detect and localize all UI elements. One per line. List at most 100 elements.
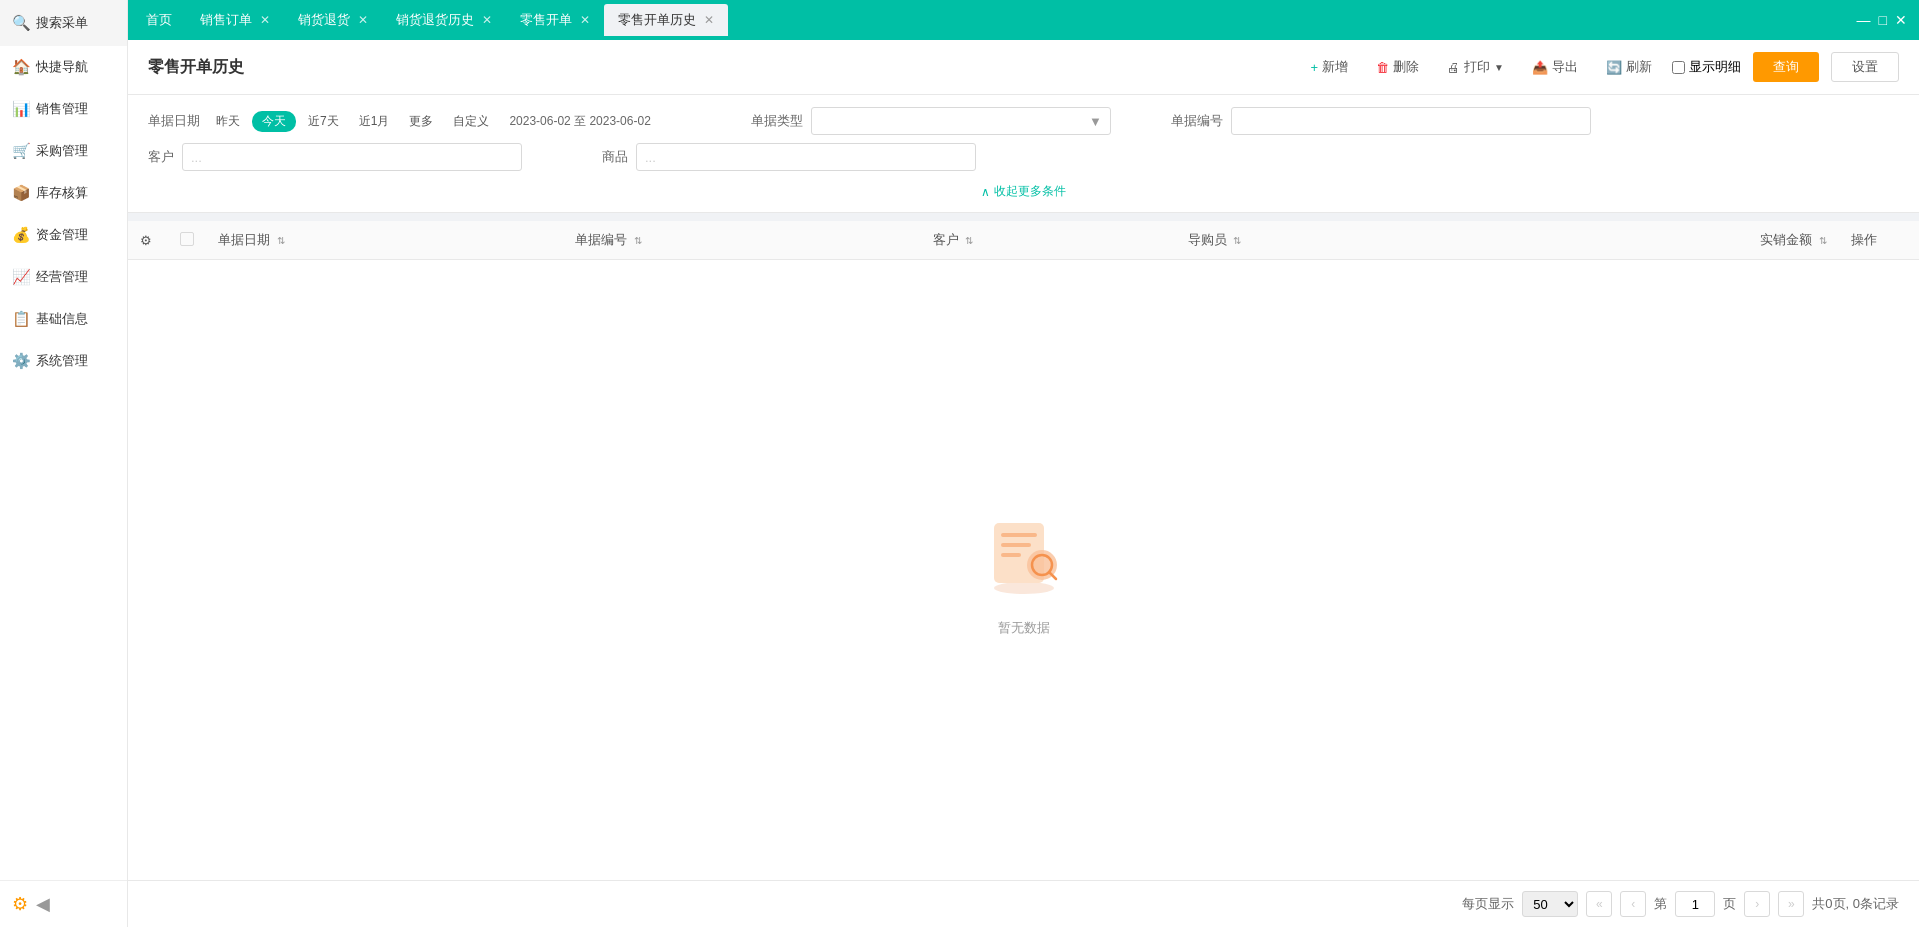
- bill-type-select[interactable]: ▼: [811, 107, 1111, 135]
- col-date-sort[interactable]: ⇅: [277, 235, 285, 246]
- filter-area: 单据日期 昨天 今天 近7天 近1月 更多 自定义 2023-06-02 至 2…: [128, 95, 1919, 213]
- add-button[interactable]: + 新增: [1303, 54, 1357, 80]
- window-controls: — □ ✕: [1857, 12, 1915, 28]
- bill-no-label: 单据编号: [1171, 112, 1223, 130]
- sidebar-item-base-info[interactable]: 📋 基础信息: [0, 298, 127, 340]
- sidebar-item-label: 销售管理: [36, 100, 88, 118]
- tab-sales-return[interactable]: 销货退货 ✕: [284, 4, 382, 36]
- settings-button[interactable]: 设置: [1831, 52, 1899, 82]
- display-detail-checkbox[interactable]: [1672, 61, 1685, 74]
- finance-icon: 💰: [12, 226, 30, 244]
- delete-button[interactable]: 🗑 删除: [1368, 54, 1427, 80]
- collapse-sidebar-button[interactable]: ◀: [36, 893, 50, 915]
- tab-home[interactable]: 首页: [132, 4, 186, 36]
- date-opt-more[interactable]: 更多: [401, 111, 441, 132]
- export-icon: 📤: [1532, 60, 1548, 75]
- filter-bill-type: 单据类型 ▼: [751, 107, 1111, 135]
- tab-sales-return-history-label: 销货退货历史: [396, 11, 474, 29]
- tab-sales-order-close[interactable]: ✕: [260, 13, 270, 27]
- per-page-select[interactable]: 50 10 20 100: [1522, 891, 1578, 917]
- pagination: 每页显示 50 10 20 100 « ‹ 第 页 › » 共0页, 0条记录: [128, 880, 1919, 927]
- date-range-value: 2023-06-02 至 2023-06-02: [509, 113, 650, 130]
- date-opt-last7[interactable]: 近7天: [300, 111, 347, 132]
- sidebar: 🔍 搜索采单 🏠 快捷导航 📊 销售管理 🛒 采购管理 📦 库存核算 💰 资金管…: [0, 0, 128, 927]
- export-button[interactable]: 📤 导出: [1524, 54, 1586, 80]
- table-area: ⚙ 单据日期 ⇅ 单据编号 ⇅: [128, 221, 1919, 880]
- query-button[interactable]: 查询: [1753, 52, 1819, 82]
- tab-sales-return-history-close[interactable]: ✕: [482, 13, 492, 27]
- bill-no-text-input[interactable]: [1240, 114, 1582, 129]
- filter-goods: 商品 ...: [602, 143, 976, 171]
- next-page-button[interactable]: ›: [1744, 891, 1770, 917]
- tab-retail-open[interactable]: 零售开单 ✕: [506, 4, 604, 36]
- tab-retail-open-history-close[interactable]: ✕: [704, 13, 714, 27]
- tab-retail-open-close[interactable]: ✕: [580, 13, 590, 27]
- sidebar-item-inventory[interactable]: 📦 库存核算: [0, 172, 127, 214]
- sidebar-bottom: ⚙ ◀: [0, 880, 127, 927]
- prev-page-button[interactable]: ‹: [1620, 891, 1646, 917]
- sidebar-item-purchase-mgmt[interactable]: 🛒 采购管理: [0, 130, 127, 172]
- tab-sales-return-close[interactable]: ✕: [358, 13, 368, 27]
- tab-retail-open-history[interactable]: 零售开单历史 ✕: [604, 4, 728, 36]
- refresh-button[interactable]: 🔄 刷新: [1598, 54, 1660, 80]
- table-header-row: ⚙ 单据日期 ⇅ 单据编号 ⇅: [128, 221, 1919, 260]
- sidebar-item-label: 采购管理: [36, 142, 88, 160]
- tabs-bar: 首页 销售订单 ✕ 销货退货 ✕ 销货退货历史 ✕ 零售开单 ✕ 零售开单历史 …: [128, 0, 1919, 40]
- sidebar-item-quick-nav[interactable]: 🏠 快捷导航: [0, 46, 127, 88]
- col-customer-sort[interactable]: ⇅: [965, 235, 973, 246]
- close-button[interactable]: ✕: [1895, 12, 1907, 28]
- goods-dots: ...: [645, 150, 656, 165]
- display-detail-toggle[interactable]: 显示明细: [1672, 58, 1741, 76]
- date-opt-today[interactable]: 今天: [252, 111, 296, 132]
- refresh-label: 刷新: [1626, 58, 1652, 76]
- goods-input[interactable]: ...: [636, 143, 976, 171]
- last-page-button[interactable]: »: [1778, 891, 1804, 917]
- minimize-button[interactable]: —: [1857, 12, 1871, 28]
- svg-rect-2: [1001, 533, 1037, 537]
- goods-label: 商品: [602, 148, 628, 166]
- inventory-icon: 📦: [12, 184, 30, 202]
- data-table: ⚙ 单据日期 ⇅ 单据编号 ⇅: [128, 221, 1919, 260]
- bill-type-arrow: ▼: [1089, 114, 1102, 129]
- collapse-filter-button[interactable]: ∧ 收起更多条件: [148, 179, 1899, 204]
- date-opt-last1m[interactable]: 近1月: [351, 111, 398, 132]
- customer-input[interactable]: ...: [182, 143, 522, 171]
- filter-bill-no: 单据编号: [1171, 107, 1591, 135]
- page-header: 零售开单历史 + 新增 🗑 删除 🖨 打印 ▼ 📤 导出: [128, 40, 1919, 95]
- page-title: 零售开单历史: [148, 57, 244, 78]
- col-guide-sort[interactable]: ⇅: [1233, 235, 1241, 246]
- sidebar-item-operations[interactable]: 📈 经营管理: [0, 256, 127, 298]
- date-options: 昨天 今天 近7天 近1月 更多 自定义: [208, 111, 497, 132]
- col-no-sort[interactable]: ⇅: [634, 235, 642, 246]
- col-checkbox: [168, 221, 206, 260]
- bill-type-label: 单据类型: [751, 112, 803, 130]
- table-settings-icon[interactable]: ⚙: [140, 233, 152, 248]
- col-no-label: 单据编号: [575, 232, 627, 247]
- date-opt-yesterday[interactable]: 昨天: [208, 111, 248, 132]
- col-customer-label: 客户: [933, 232, 959, 247]
- delete-label: 删除: [1393, 58, 1419, 76]
- operations-icon: 📈: [12, 268, 30, 286]
- print-button[interactable]: 🖨 打印 ▼: [1439, 54, 1512, 80]
- display-detail-label: 显示明细: [1689, 58, 1741, 76]
- maximize-button[interactable]: □: [1879, 12, 1887, 28]
- customer-label: 客户: [148, 148, 174, 166]
- page-number-input[interactable]: [1675, 891, 1715, 917]
- filter-row-1: 单据日期 昨天 今天 近7天 近1月 更多 自定义 2023-06-02 至 2…: [148, 107, 1899, 135]
- tab-sales-order-label: 销售订单: [200, 11, 252, 29]
- col-amount-sort[interactable]: ⇅: [1819, 235, 1827, 246]
- tab-sales-return-history[interactable]: 销货退货历史 ✕: [382, 4, 506, 36]
- sidebar-item-finance[interactable]: 💰 资金管理: [0, 214, 127, 256]
- first-page-button[interactable]: «: [1586, 891, 1612, 917]
- tab-sales-order[interactable]: 销售订单 ✕: [186, 4, 284, 36]
- settings-bottom-icon[interactable]: ⚙: [12, 893, 28, 915]
- col-guide-label: 导购员: [1188, 232, 1227, 247]
- select-all-checkbox[interactable]: [180, 232, 194, 246]
- sidebar-item-sales-mgmt[interactable]: 📊 销售管理: [0, 88, 127, 130]
- print-label: 打印: [1464, 58, 1490, 76]
- date-opt-custom[interactable]: 自定义: [445, 111, 497, 132]
- tab-retail-open-label: 零售开单: [520, 11, 572, 29]
- sidebar-search[interactable]: 🔍 搜索采单: [0, 0, 127, 46]
- sidebar-item-sys-mgmt[interactable]: ⚙️ 系统管理: [0, 340, 127, 382]
- bill-no-input[interactable]: [1231, 107, 1591, 135]
